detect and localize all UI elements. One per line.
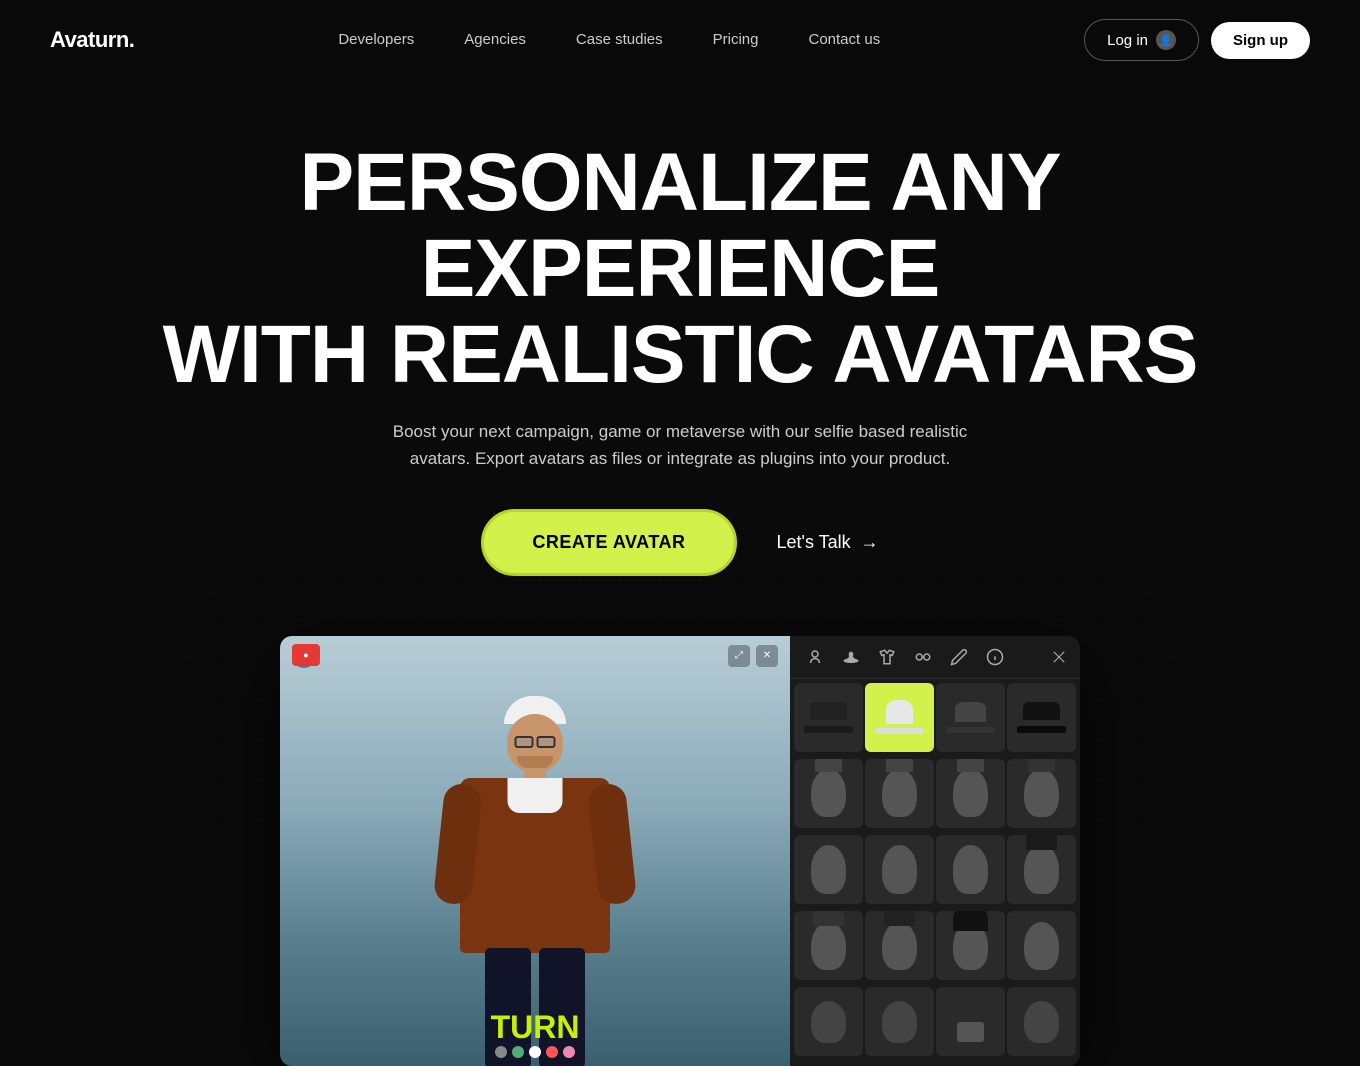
avatar-thumb-16[interactable] [1007, 987, 1076, 1056]
viewer-expand-button[interactable]: ⤢ [728, 645, 750, 667]
customizer-panel [790, 636, 1080, 1066]
avatar-thumb-2[interactable] [865, 759, 934, 828]
nav-item-contact[interactable]: Contact us [809, 31, 881, 48]
nav-item-pricing[interactable]: Pricing [713, 31, 759, 48]
avatar-thumb-1[interactable] [794, 759, 863, 828]
nav-actions: Log in 👤 Sign up [1084, 19, 1310, 61]
avatar-thumb-9[interactable] [794, 911, 863, 980]
avatar-face [507, 714, 563, 772]
nav-item-developers[interactable]: Developers [338, 31, 414, 48]
avatar-jacket [460, 778, 610, 953]
glass-left [515, 736, 534, 748]
glass-right [537, 736, 556, 748]
avatar-glasses [515, 736, 556, 748]
toolbar-icons [804, 646, 1006, 668]
nav-item-case-studies[interactable]: Case studies [576, 31, 663, 48]
color-dot-gray[interactable] [495, 1046, 507, 1058]
panel-toolbar [790, 636, 1080, 679]
viewer-record-button[interactable]: ● [292, 644, 320, 666]
avatar-thumb-15[interactable] [936, 987, 1005, 1056]
hat-item-dark[interactable] [794, 683, 863, 752]
viewer-close-button[interactable]: ✕ [756, 645, 778, 667]
color-dots [495, 1046, 575, 1058]
hat-item-gray[interactable] [936, 683, 1005, 752]
avatar-thumb-6[interactable] [865, 835, 934, 904]
toolbar-hat-icon[interactable] [840, 646, 862, 668]
avatar-thumb-8[interactable] [1007, 835, 1076, 904]
create-avatar-button[interactable]: CREATE AVATAR [481, 509, 736, 576]
toolbar-edit-icon[interactable] [948, 646, 970, 668]
turn-label: TURN [491, 1009, 580, 1046]
color-dot-white[interactable] [529, 1046, 541, 1058]
login-button[interactable]: Log in 👤 [1084, 19, 1199, 61]
toolbar-close-button[interactable] [1052, 650, 1066, 664]
lets-talk-button[interactable]: Let's Talk → [777, 532, 879, 553]
hat-item-black[interactable] [1007, 683, 1076, 752]
color-dot-green[interactable] [512, 1046, 524, 1058]
avatar-thumb-10[interactable] [865, 911, 934, 980]
avatar-thumb-3[interactable] [936, 759, 1005, 828]
hero-subtitle: Boost your next campaign, game or metave… [370, 418, 990, 472]
signup-button[interactable]: Sign up [1211, 22, 1310, 59]
avatar-thumb-12[interactable] [1007, 911, 1076, 980]
logo: Avaturn. [50, 27, 134, 53]
viewer-top-bar: ‹ ⤢ ✕ [280, 636, 790, 676]
lets-talk-label: Let's Talk [777, 532, 851, 553]
hero-section: PERSONALIZE ANY EXPERIENCE WITH REALISTI… [0, 80, 1360, 616]
toolbar-clothing-icon[interactable] [876, 646, 898, 668]
toolbar-avatar-icon[interactable] [804, 646, 826, 668]
avatar-beard [517, 756, 553, 768]
nav-links: Developers Agencies Case studies Pricing… [338, 31, 880, 49]
hero-title: PERSONALIZE ANY EXPERIENCE WITH REALISTI… [50, 140, 1310, 398]
color-dot-pink[interactable] [563, 1046, 575, 1058]
arrow-icon: → [861, 532, 879, 553]
login-label: Log in [1107, 32, 1148, 49]
avatar-viewer: ‹ ⤢ ✕ ● [280, 636, 790, 1066]
nav-item-agencies[interactable]: Agencies [464, 31, 526, 48]
user-icon: 👤 [1156, 30, 1176, 50]
navbar: Avaturn. Developers Agencies Case studie… [0, 0, 1360, 80]
hero-actions: CREATE AVATAR Let's Talk → [50, 509, 1310, 576]
viewer-top-controls: ⤢ ✕ [728, 645, 778, 667]
avatar-thumb-13[interactable] [794, 987, 863, 1056]
hat-item-white[interactable] [865, 683, 934, 752]
toolbar-glasses-icon[interactable] [912, 646, 934, 668]
avatar-thumb-5[interactable] [794, 835, 863, 904]
avatar-shirt [508, 778, 563, 813]
panel-grid [790, 679, 1080, 1066]
demo-container: ‹ ⤢ ✕ ● [280, 636, 1080, 1066]
demo-section: ‹ ⤢ ✕ ● [0, 636, 1360, 1066]
avatar-thumb-11[interactable] [936, 911, 1005, 980]
color-dot-red[interactable] [546, 1046, 558, 1058]
avatar-thumb-7[interactable] [936, 835, 1005, 904]
avatar-thumb-14[interactable] [865, 987, 934, 1056]
toolbar-info-icon[interactable] [984, 646, 1006, 668]
avatar-thumb-4[interactable] [1007, 759, 1076, 828]
